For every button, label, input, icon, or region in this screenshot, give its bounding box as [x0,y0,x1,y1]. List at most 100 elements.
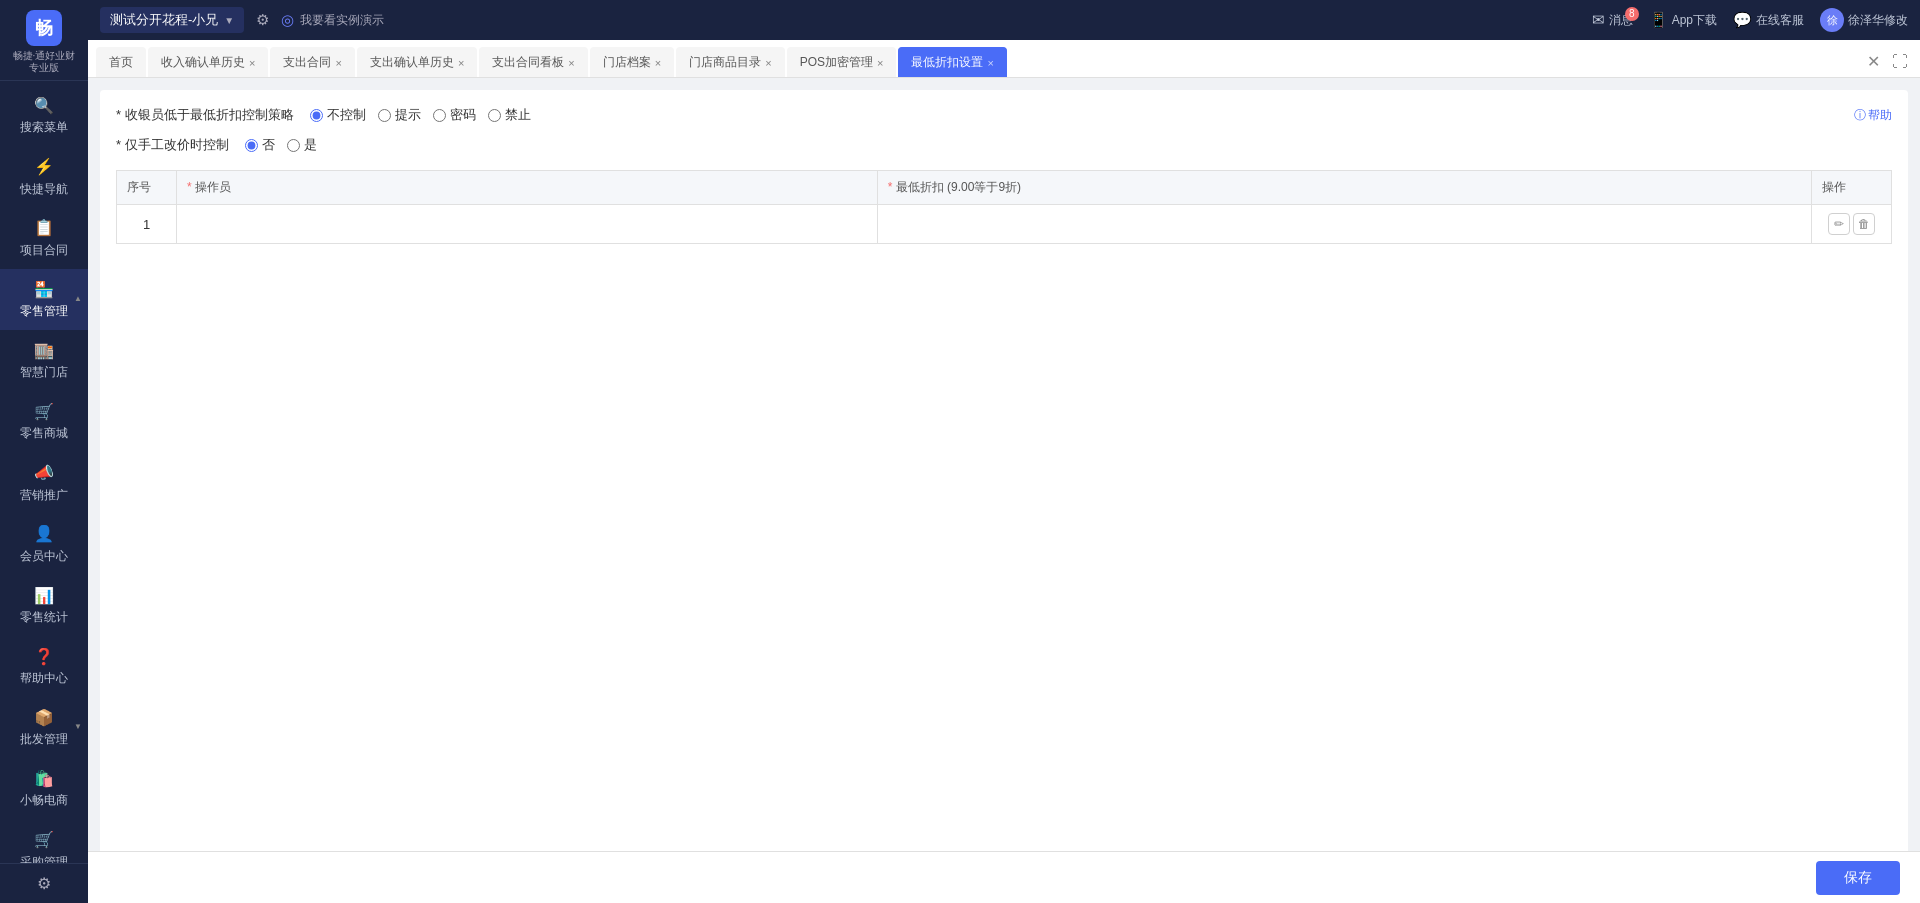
messages-badge: 8 [1625,7,1639,21]
sidebar-item-marketing[interactable]: 📣营销推广 [0,452,88,513]
sidebar-label-project-contract: 项目合同 [20,243,68,257]
radio-label-discount-forbid: 禁止 [505,106,531,124]
radio-label-discount-remind: 提示 [395,106,421,124]
tab-close-store-catalog[interactable]: × [765,57,771,69]
tab-close-min-discount[interactable]: × [987,57,993,69]
sidebar-icon-batch-mgmt: 📦 [4,707,84,729]
sidebar-bottom: ⚙ [0,863,88,903]
tab-pos-pwd[interactable]: POS加密管理 × [787,47,897,77]
tab-close-payment-history[interactable]: × [458,57,464,69]
tab-payment-contract[interactable]: 支出合同× [270,47,354,77]
col-header-actions: 操作 [1812,171,1892,205]
tab-income-history[interactable]: 收入确认单历史 × [148,47,268,77]
sidebar-item-purchase-mgmt[interactable]: 🛒采购管理 [0,819,88,863]
tab-min-discount[interactable]: 最低折扣设置× [898,47,1006,77]
sidebar-label-help-center: 帮助中心 [20,671,68,685]
sidebar-item-search[interactable]: 🔍搜索菜单 [0,85,88,146]
cell-actions-0: ✏ 🗑 [1812,205,1892,244]
sidebar-item-quick-nav[interactable]: ⚡ 快捷导航 [0,146,88,207]
sidebar-label-quick-nav: 快捷导航 [20,182,68,196]
tab-store-files[interactable]: 门店档案 × [590,47,674,77]
topbar-right: ✉ 消息 8 📱 App下载 💬 在线客服 徐 徐泽华修改 [1592,8,1908,32]
radio-input-discount-remind[interactable] [378,109,391,122]
project-dropdown-arrow: ▼ [224,15,234,26]
sidebar-label-retail-mgmt: 零售管理 [20,304,68,318]
radio-label-discount-no-control: 不控制 [327,106,366,124]
project-selector[interactable]: 测试分开花程-小兄 ▼ [100,7,244,33]
tab-label-store-catalog: 门店商品目录 [689,54,761,71]
user-name: 徐泽华修改 [1848,12,1908,29]
radio-input-manual-no[interactable] [245,139,258,152]
sidebar-label-batch-mgmt: 批发管理 [20,732,68,746]
tab-label-store-files: 门店档案 [603,54,651,71]
sidebar-item-retail-mgmt[interactable]: 🏪零售管理 [0,269,88,330]
delete-row-btn-0[interactable]: 🗑 [1853,213,1875,235]
manual-control-row: * 仅手工改价时控制 否是 [116,136,1892,154]
radio-discount-remind[interactable]: 提示 [378,106,421,124]
sidebar-item-smart-store[interactable]: 🏬智慧门店 [0,330,88,391]
sidebar-label-ecommerce: 小畅电商 [20,793,68,807]
tab-payment-board[interactable]: 支出合同看板 × [479,47,587,77]
sidebar-logo: 畅 畅捷·通好业财 专业版 [0,0,88,81]
sidebar-icon-quick-nav: ⚡ [4,156,84,178]
sidebar: 畅 畅捷·通好业财 专业版 🔍搜索菜单⚡快捷导航📋项目合同🏪零售管理🏬智慧门店🛒… [0,0,88,903]
settings-icon[interactable]: ⚙ [37,875,51,892]
sidebar-item-retail-stats[interactable]: 📊零售统计 [0,575,88,636]
sidebar-item-help-center[interactable]: ❓帮助中心 [0,636,88,697]
sidebar-item-batch-mgmt[interactable]: 📦 批发管理 [0,697,88,758]
radio-label-manual-no: 否 [262,136,275,154]
logo-icon: 畅 [26,10,62,46]
radio-manual-yes[interactable]: 是 [287,136,317,154]
radio-discount-password[interactable]: 密码 [433,106,476,124]
save-button[interactable]: 保存 [1816,861,1900,895]
sidebar-icon-project-contract: 📋 [4,217,84,239]
tab-close-payment-board[interactable]: × [568,57,574,69]
tab-label-pos-pwd: POS加密管理 [800,54,873,71]
online-service-label: 在线客服 [1756,12,1804,29]
sidebar-item-ecommerce[interactable]: 🛍️小畅电商 [0,758,88,819]
radio-discount-no-control[interactable]: 不控制 [310,106,366,124]
tab-store-catalog[interactable]: 门店商品目录 × [676,47,784,77]
app-download-icon: 📱 [1649,11,1668,29]
sidebar-item-project-contract[interactable]: 📋 项目合同 [0,207,88,268]
tab-label-payment-board: 支出合同看板 [492,54,564,71]
topbar: 测试分开花程-小兄 ▼ ⚙ ◎ 我要看实例演示 ✉ 消息 8 📱 App下载 💬… [88,0,1920,40]
tab-close-pos-pwd[interactable]: × [877,57,883,69]
cell-seq-0: 1 [117,205,177,244]
cell-discount-0 [877,205,1811,244]
tab-home[interactable]: 首页 [96,47,146,77]
tab-payment-history[interactable]: 支出确认单历史 × [357,47,477,77]
discount-control-options: 不控制 提示密码 禁止 [310,106,531,124]
help-label: 帮助 [1868,107,1892,124]
radio-input-discount-no-control[interactable] [310,109,323,122]
radio-input-manual-yes[interactable] [287,139,300,152]
logo-text: 畅捷·通好业财 [6,50,82,62]
online-service-icon: 💬 [1733,11,1752,29]
sidebar-item-retail-mall[interactable]: 🛒零售商城 [0,391,88,452]
help-link[interactable]: ⓘ 帮助 [1854,107,1892,124]
sidebar-item-member-center[interactable]: 👤会员中心 [0,513,88,574]
user-menu[interactable]: 徐 徐泽华修改 [1820,8,1908,32]
radio-input-discount-forbid[interactable] [488,109,501,122]
edit-row-btn-0[interactable]: ✏ [1828,213,1850,235]
topbar-gear-icon[interactable]: ⚙ [256,11,269,29]
bottom-bar: 保存 [88,851,1920,903]
online-service-btn[interactable]: 💬 在线客服 [1733,11,1804,29]
radio-manual-no[interactable]: 否 [245,136,275,154]
tab-close-payment-contract[interactable]: × [335,57,341,69]
tab-close-store-files[interactable]: × [655,57,661,69]
tab-label-income-history: 收入确认单历史 [161,54,245,71]
demo-link[interactable]: ◎ 我要看实例演示 [281,11,384,29]
radio-discount-forbid[interactable]: 禁止 [488,106,531,124]
discount-control-label: * 收银员低于最低折扣控制策略 [116,106,294,124]
tab-label-payment-history: 支出确认单历史 [370,54,454,71]
app-download-btn[interactable]: 📱 App下载 [1649,11,1717,29]
tab-close-income-history[interactable]: × [249,57,255,69]
sidebar-icon-marketing: 📣 [4,462,84,484]
close-tab-icon[interactable]: ✕ [1863,50,1884,73]
radio-input-discount-password[interactable] [433,109,446,122]
tab-label-home: 首页 [109,54,133,71]
messages-btn[interactable]: ✉ 消息 8 [1592,11,1633,29]
maximize-icon[interactable]: ⛶ [1888,51,1912,73]
sidebar-label-search: 搜索菜单 [20,120,68,134]
